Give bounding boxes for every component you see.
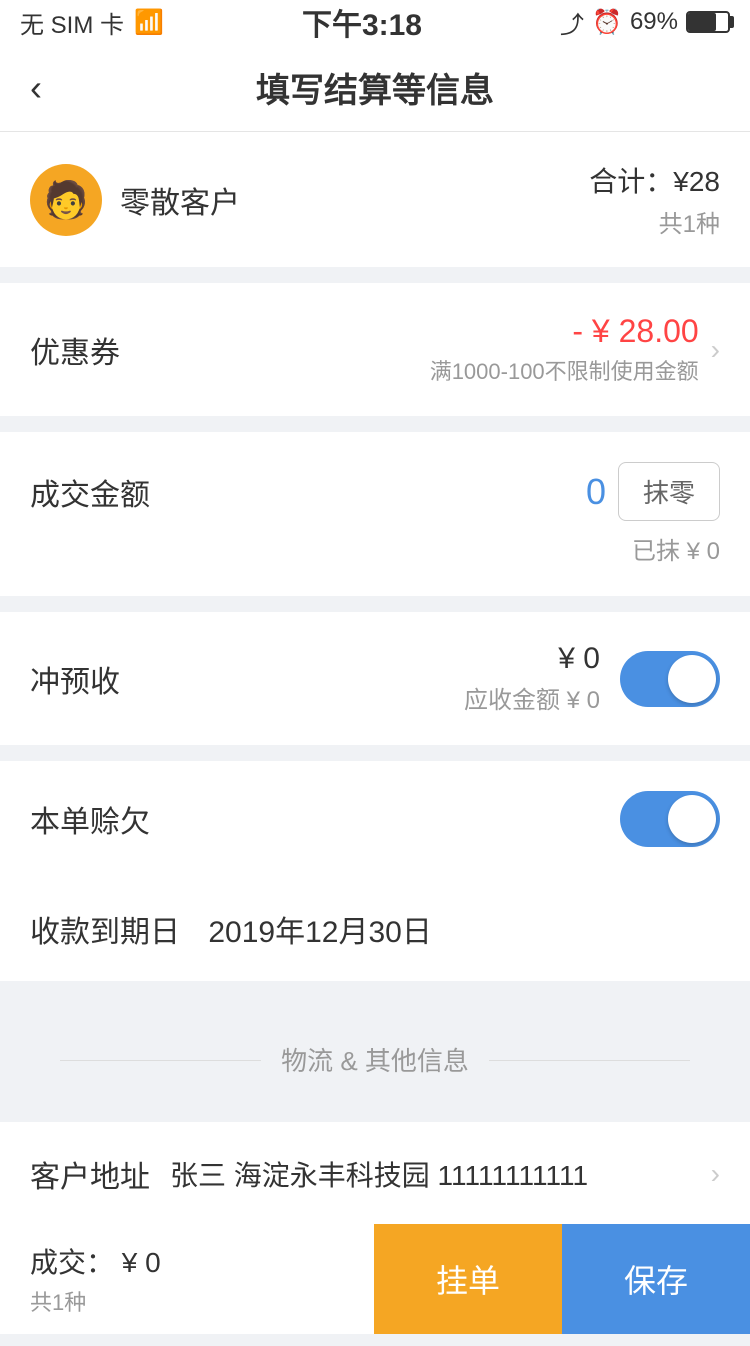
customer-info: 🧑 零散客户	[30, 164, 240, 236]
amount-section: 成交金额 0 抹零 已抹 ¥ 0	[0, 432, 750, 596]
amount-label: 成交金额	[30, 470, 150, 514]
coupon-right: - ¥ 28.00 满1000-100不限制使用金额 ›	[430, 313, 720, 386]
status-time: 下午3:18	[302, 0, 422, 44]
amount-sub-label: 已抹 ¥ 0	[30, 531, 720, 566]
amount-row: 成交金额 0 抹零	[30, 462, 720, 521]
customer-count: 共1种	[589, 204, 720, 239]
nav-bar: ‹ 填写结算等信息	[0, 44, 750, 132]
customer-total: 合计：¥28	[589, 160, 720, 200]
customer-total-info: 合计：¥28 共1种	[589, 160, 720, 239]
logistics-header: 物流 & 其他信息	[30, 1021, 720, 1098]
charge-toggle[interactable]	[620, 651, 720, 707]
toggle-knob	[668, 655, 716, 703]
bottom-summary: 成交： ¥ 0 共1种	[0, 1224, 374, 1334]
status-bar: 无 SIM 卡 📶 下午3:18 ⤴ ⏰ 69%	[0, 0, 750, 44]
address-chevron-icon: ›	[711, 1158, 720, 1190]
battery-percent: 69%	[630, 8, 678, 36]
charge-amount: ¥ 0	[464, 642, 600, 676]
address-label: 客户地址	[30, 1152, 150, 1196]
due-date-value: 2019年12月30日	[208, 916, 431, 949]
address-section[interactable]: 客户地址 张三 海淀永丰科技园 11111111111 ›	[0, 1122, 750, 1226]
logistics-title: 物流 & 其他信息	[261, 1041, 489, 1078]
amount-right: 0 抹零	[586, 462, 720, 521]
charge-section: 冲预收 ¥ 0 应收金额 ¥ 0	[0, 612, 750, 745]
bottom-deal-amount: ¥ 0	[122, 1247, 161, 1278]
coupon-label: 优惠券	[30, 328, 120, 372]
customer-avatar: 🧑	[30, 164, 102, 236]
coupon-values: - ¥ 28.00 满1000-100不限制使用金额	[430, 313, 699, 386]
bottom-deal-label: 成交：	[30, 1247, 114, 1278]
logistics-header-wrapper: 物流 & 其他信息	[0, 997, 750, 1122]
coupon-chevron-icon: ›	[711, 334, 720, 366]
charge-label: 冲预收	[30, 657, 120, 701]
debt-label: 本单赊欠	[30, 797, 150, 841]
round-zero-button[interactable]: 抹零	[618, 462, 720, 521]
coupon-discount: - ¥ 28.00	[430, 313, 699, 350]
coupon-row[interactable]: 优惠券 - ¥ 28.00 满1000-100不限制使用金额 ›	[0, 283, 750, 416]
charge-right: ¥ 0 应收金额 ¥ 0	[464, 642, 720, 715]
avatar-icon: 🧑	[44, 179, 89, 221]
due-date-label: 收款到期日	[30, 916, 180, 949]
charge-amounts: ¥ 0 应收金额 ¥ 0	[464, 642, 600, 715]
customer-row: 🧑 零散客户 合计：¥28 共1种	[0, 132, 750, 267]
address-value: 张三 海淀永丰科技园 11111111111	[170, 1154, 711, 1194]
debt-section: 本单赊欠	[0, 761, 750, 877]
page-title: 填写结算等信息	[256, 63, 494, 112]
location-icon: ⤴	[560, 5, 584, 40]
due-date-section: 收款到期日 2019年12月30日	[0, 877, 750, 981]
bottom-bar: 成交： ¥ 0 共1种 挂单 保存	[0, 1224, 750, 1334]
bottom-summary-main: 成交： ¥ 0	[30, 1241, 344, 1281]
save-button[interactable]: 保存	[562, 1224, 750, 1334]
debt-toggle[interactable]	[620, 791, 720, 847]
alarm-icon: ⏰	[592, 8, 622, 37]
amount-value: 0	[586, 471, 606, 513]
bottom-summary-count: 共1种	[30, 1285, 344, 1317]
suspend-button[interactable]: 挂单	[374, 1224, 562, 1334]
coupon-section[interactable]: 优惠券 - ¥ 28.00 满1000-100不限制使用金额 ›	[0, 283, 750, 416]
main-content: 🧑 零散客户 合计：¥28 共1种 优惠券 - ¥ 28.00 满1000-10…	[0, 132, 750, 1346]
charge-receivable: 应收金额 ¥ 0	[464, 680, 600, 715]
back-button[interactable]: ‹	[30, 67, 42, 109]
status-right: ⤴ ⏰ 69%	[560, 5, 730, 40]
customer-name: 零散客户	[120, 178, 240, 222]
debt-toggle-knob	[668, 795, 716, 843]
battery-icon	[686, 11, 730, 33]
wifi-icon: 📶	[134, 8, 164, 37]
coupon-desc: 满1000-100不限制使用金额	[430, 354, 699, 386]
debt-wrapper: 本单赊欠 收款到期日 2019年12月30日	[0, 761, 750, 981]
status-left: 无 SIM 卡 📶	[20, 5, 164, 40]
no-sim-text: 无 SIM 卡	[20, 5, 124, 40]
